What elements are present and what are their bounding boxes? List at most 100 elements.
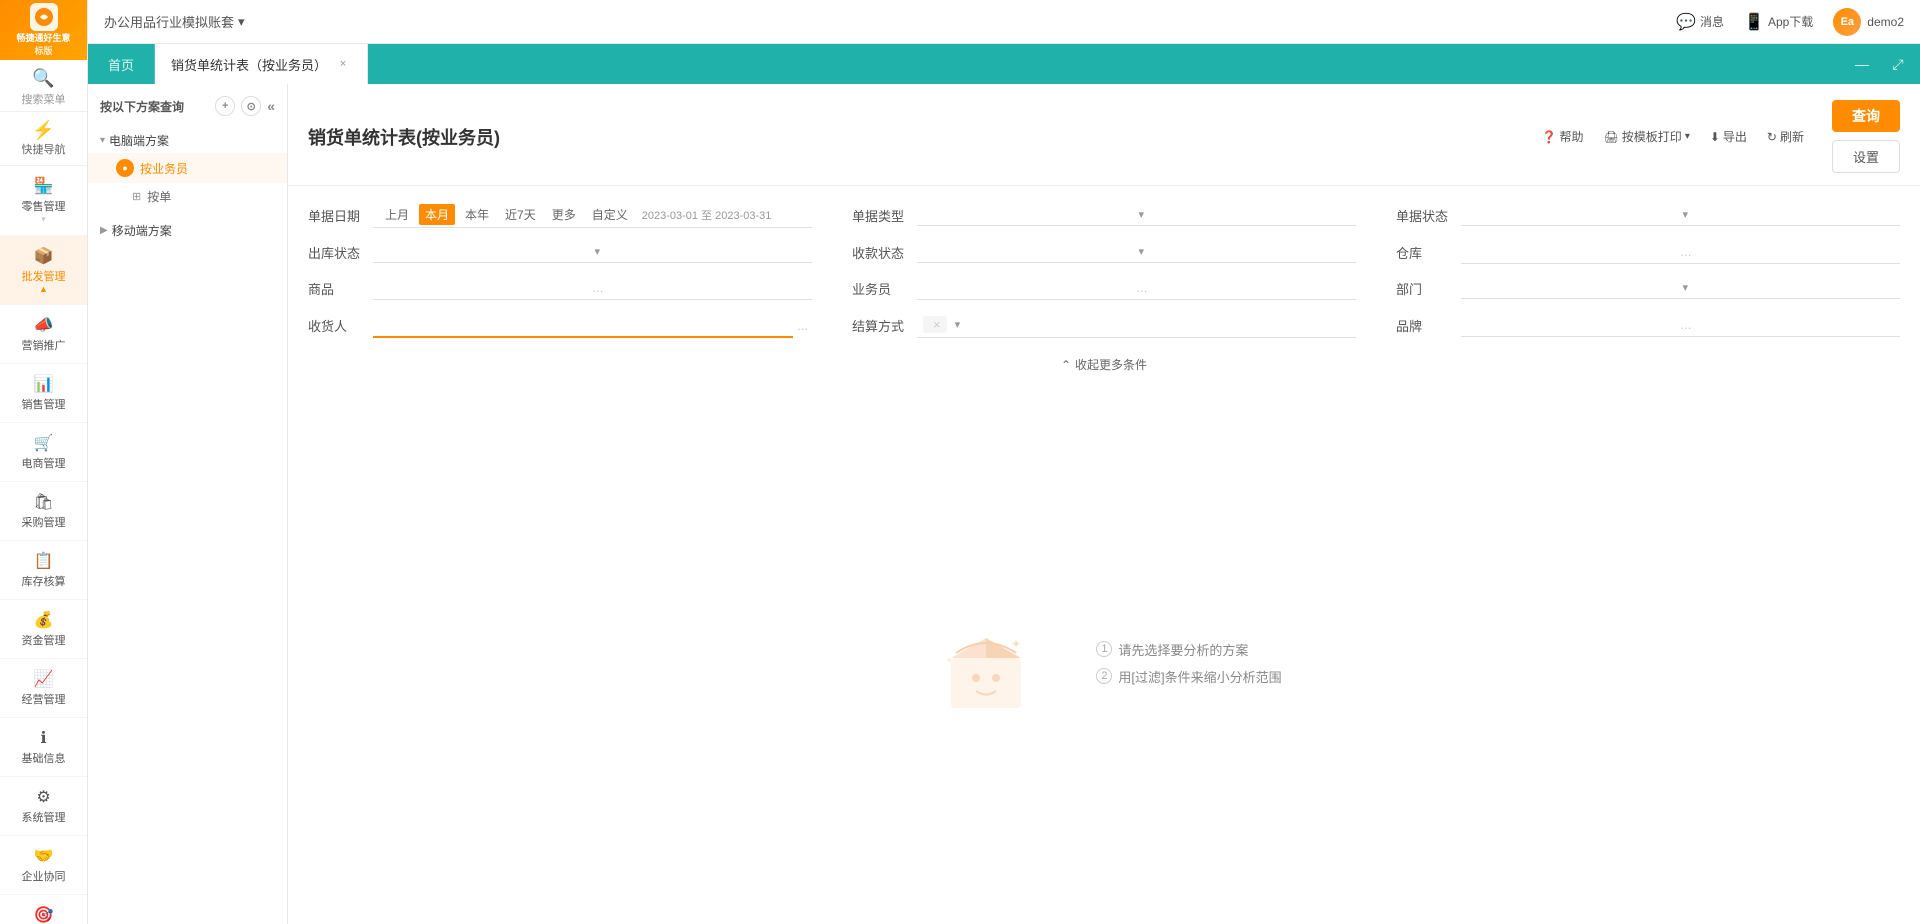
- collapse-panel-button[interactable]: «: [267, 98, 275, 114]
- receiver-ellipsis[interactable]: ...: [793, 318, 812, 333]
- sidebar-item-finance[interactable]: 💰 资金管理: [0, 600, 88, 659]
- out-status-arrow: ▾: [595, 245, 807, 258]
- desktop-scheme-arrow: ▾: [100, 135, 105, 146]
- product-ellipsis[interactable]: ...: [589, 280, 807, 295]
- active-tab-label: 销货单统计表（按业务员）: [171, 55, 327, 74]
- empty-hints: 1 请先选择要分析的方案 2 用[过滤]条件来缩小分析范围: [1096, 640, 1281, 686]
- sidebar-item-wholesale[interactable]: 📦 批发管理 ▲: [0, 236, 88, 305]
- department-arrow: ▾: [1683, 281, 1895, 294]
- industry-arrow-icon: ▾: [238, 14, 245, 30]
- tab-close-button[interactable]: ×: [335, 56, 351, 72]
- tab-minimize-button[interactable]: —: [1848, 50, 1876, 78]
- home-tab[interactable]: 首页: [88, 44, 155, 84]
- date-this-year[interactable]: 本年: [459, 204, 495, 225]
- by-order-icon: ⊞: [132, 190, 141, 203]
- operation-icon: 📈: [34, 669, 54, 689]
- query-label: 查询: [1852, 106, 1880, 126]
- message-icon: 💬: [1676, 12, 1696, 32]
- out-status-field: 出库状态 ▾: [308, 241, 812, 263]
- date-prev-month[interactable]: 上月: [379, 204, 415, 225]
- sidebar-item-purchase[interactable]: 🛍 采购管理: [0, 482, 88, 541]
- payment-status-select[interactable]: ▾: [917, 241, 1356, 263]
- sidebar: 畅捷通好生意 标版 🔍 搜索菜单 ⚡ 快捷导航 🏪 零售管理 ▾ 📦 批发管理 …: [0, 0, 88, 924]
- salesperson-input[interactable]: ...: [917, 276, 1356, 300]
- sidebar-quick-nav[interactable]: ⚡ 快捷导航: [0, 112, 88, 166]
- date-filter: 上月 本月 本年 近7天 更多: [373, 202, 812, 228]
- warehouse-ellipsis[interactable]: ...: [1677, 244, 1895, 259]
- sidebar-search-item[interactable]: 🔍 搜索菜单: [0, 60, 87, 112]
- left-panel: 按以下方案查询 + ⊙ « ▾ 电脑端方案: [88, 84, 288, 924]
- add-scheme-button[interactable]: +: [215, 96, 235, 116]
- department-select[interactable]: ▾: [1461, 277, 1900, 299]
- sidebar-item-retail[interactable]: 🏪 零售管理 ▾: [0, 166, 88, 236]
- page-title: 销货单统计表(按业务员): [308, 124, 500, 150]
- collapse-bar[interactable]: ⌃ 收起更多条件: [308, 350, 1900, 385]
- hint-text-1: 请先选择要分析的方案: [1118, 640, 1248, 659]
- date-custom[interactable]: 自定义: [586, 204, 634, 225]
- collapse-label: 收起更多条件: [1075, 356, 1147, 373]
- sidebar-item-inventory[interactable]: 📋 库存核算: [0, 541, 88, 600]
- brand-ellipsis[interactable]: ...: [1677, 317, 1895, 332]
- app-industry-name[interactable]: 办公用品行业模拟账套 ▾: [104, 12, 245, 31]
- sidebar-item-enterprise[interactable]: 🤝 企业协同: [0, 836, 88, 895]
- export-label: 导出: [1723, 128, 1747, 145]
- desktop-scheme-group[interactable]: ▾ 电脑端方案: [88, 128, 287, 153]
- minimize-icon: —: [1855, 56, 1869, 72]
- settlement-arrow: ▾: [955, 318, 1350, 331]
- sidebar-item-sales[interactable]: 📊 销售管理: [0, 364, 88, 423]
- logo-icon: [30, 3, 58, 31]
- settlement-select[interactable]: × ▾: [917, 312, 1356, 338]
- active-tab[interactable]: 销货单统计表（按业务员） ×: [155, 44, 368, 84]
- purchase-label: 采购管理: [22, 514, 66, 530]
- type-select[interactable]: ▾: [917, 204, 1356, 226]
- status-select[interactable]: ▾: [1461, 204, 1900, 226]
- industry-text: 办公用品行业模拟账套: [104, 12, 234, 31]
- settlement-tag-close[interactable]: ×: [933, 317, 941, 332]
- by-order-label: 按单: [147, 188, 171, 205]
- user-profile-btn[interactable]: Ea demo2: [1833, 8, 1904, 36]
- sidebar-item-ecommerce[interactable]: 🛒 电商管理: [0, 423, 88, 482]
- panel-header: 按以下方案查询 + ⊙ «: [88, 96, 287, 124]
- department-label: 部门: [1396, 279, 1461, 298]
- warehouse-input[interactable]: ...: [1461, 240, 1900, 264]
- sidebar-item-newbie[interactable]: 🎯 新手引导: [0, 895, 88, 924]
- message-btn[interactable]: 💬 消息: [1676, 12, 1724, 32]
- receiver-input[interactable]: [373, 313, 793, 338]
- purchase-icon: 🛍: [33, 492, 53, 512]
- brand-input[interactable]: ...: [1461, 313, 1900, 337]
- empty-state: ✦ ✦ · 1 请先选择要分析的方案 2 用[过滤]条件来缩小分析范围: [288, 401, 1920, 924]
- salesperson-ellipsis[interactable]: ...: [1133, 280, 1351, 295]
- help-button[interactable]: ❓ 帮助: [1534, 124, 1592, 149]
- app-download-btn[interactable]: 📱 App下载: [1744, 12, 1813, 32]
- out-status-select[interactable]: ▾: [373, 241, 812, 263]
- payment-status-field: 收款状态 ▾: [852, 241, 1356, 263]
- inventory-icon: 📋: [34, 551, 54, 571]
- tab-maximize-button[interactable]: ⤢: [1884, 50, 1912, 78]
- ecommerce-icon: 🛒: [34, 433, 54, 453]
- query-button[interactable]: 查询: [1832, 100, 1900, 132]
- date-more[interactable]: 更多: [546, 204, 582, 225]
- sidebar-item-operation[interactable]: 📈 经营管理: [0, 659, 88, 718]
- date-filter-field: 单据日期 上月 本月 本年 近7天: [308, 202, 812, 228]
- by-salesperson-scheme[interactable]: ● 按业务员: [88, 153, 287, 183]
- refresh-button[interactable]: ↻ 刷新: [1759, 124, 1812, 149]
- sidebar-item-basic[interactable]: ℹ 基础信息: [0, 718, 88, 777]
- date-current-month[interactable]: 本月: [419, 204, 455, 225]
- scheme-section: ▾ 电脑端方案 ● 按业务员 ⊞ 按单: [88, 124, 287, 214]
- wholesale-label: 批发管理: [22, 268, 66, 284]
- mobile-scheme-group[interactable]: ▶ 移动端方案: [88, 218, 287, 243]
- tab-bar-controls: — ⤢: [1848, 50, 1920, 78]
- product-input[interactable]: ...: [373, 276, 812, 300]
- sidebar-item-marketing[interactable]: 📣 营销推广: [0, 305, 88, 364]
- by-order-scheme[interactable]: ⊞ 按单: [88, 183, 287, 210]
- active-dot-icon: ●: [122, 163, 127, 173]
- marketing-label: 营销推广: [22, 337, 66, 353]
- svg-text:✦: ✦: [1011, 637, 1021, 651]
- date-7days[interactable]: 近7天: [499, 204, 542, 225]
- edit-scheme-button[interactable]: ⊙: [241, 96, 261, 116]
- refresh-icon: ↻: [1767, 130, 1777, 144]
- export-button[interactable]: ⬇ 导出: [1702, 124, 1755, 149]
- settings-button[interactable]: 设置: [1832, 140, 1900, 173]
- template-print-button[interactable]: 🖨 按模板打印 ▾: [1596, 124, 1698, 149]
- sidebar-item-system[interactable]: ⚙ 系统管理: [0, 777, 88, 836]
